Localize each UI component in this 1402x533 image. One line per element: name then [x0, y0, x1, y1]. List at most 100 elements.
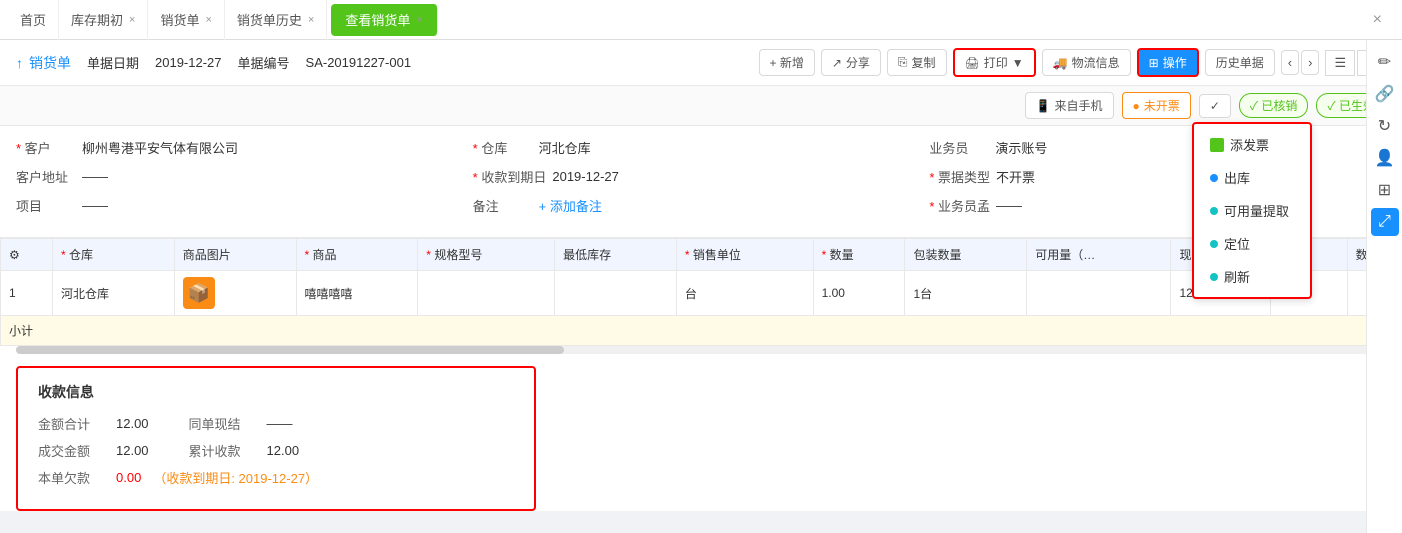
payment-row-1: 金额合计 12.00 同单现结 —— [38, 414, 514, 433]
main-content: ↑ 销货单 单据日期 2019-12-27 单据编号 SA-20191227-0… [0, 40, 1402, 511]
sidebar-refresh-icon[interactable]: ↻ [1371, 112, 1399, 140]
same-order-value: —— [267, 416, 293, 431]
payment-row-2: 成交金额 12.00 累计收款 12.00 [38, 441, 514, 460]
grid-icon: ⊞ [1149, 56, 1159, 70]
truck-icon: 🚚 [1053, 56, 1068, 70]
effective-check-icon: ✓ [1327, 99, 1335, 113]
confirm-icon-btn[interactable]: ✓ [1199, 94, 1231, 118]
row-warehouse: 河北仓库 [53, 271, 175, 316]
staff-label: 业务员 [929, 138, 989, 157]
sub-action-bar: 📱 来自手机 ● 未开票 ✓ ✓ 已核销 ✓ 已生效 添发票 出库 [0, 86, 1402, 126]
customer-value: 柳州粤港平安气体有限公司 [82, 138, 238, 157]
refresh-item[interactable]: 刷新 [1194, 260, 1310, 293]
copy-icon: ⎘ [898, 55, 908, 70]
payment-title: 收款信息 [38, 382, 514, 402]
add-invoice-item[interactable]: 添发票 [1194, 128, 1310, 161]
check-icon: ✓ [1250, 99, 1258, 113]
sidebar-user-icon[interactable]: 👤 [1371, 144, 1399, 172]
operation-dropdown: 添发票 出库 可用量提取 定位 刷新 [1192, 122, 1312, 299]
outstanding-label: 本单欠款 [38, 468, 108, 487]
print-button[interactable]: 🖨 打印 ▼ [953, 48, 1036, 77]
row-index: 1 [1, 271, 53, 316]
print-dropdown-icon: ▼ [1012, 56, 1024, 70]
sidebar-expand-icon[interactable]: ⤢ [1371, 208, 1399, 236]
sidebar-link-icon[interactable]: 🔗 [1371, 80, 1399, 108]
history-button[interactable]: 历史单据 [1205, 49, 1275, 76]
project-field: 项目 —— [16, 196, 473, 215]
tab-close-inventory[interactable]: × [129, 14, 135, 26]
share-button[interactable]: ↗ 分享 [821, 49, 881, 76]
logistics-button[interactable]: 🚚 物流信息 [1042, 49, 1131, 76]
from-phone-button[interactable]: 📱 来自手机 [1025, 92, 1114, 119]
col-settings[interactable]: ⚙ [1, 239, 53, 271]
col-unit: 销售单位 [676, 239, 813, 271]
address-value: —— [82, 169, 108, 184]
transaction-value: 12.00 [116, 443, 149, 458]
operation-button[interactable]: ⊞ 操作 [1137, 48, 1199, 77]
tab-inventory-init[interactable]: 库存期初 × [59, 0, 148, 40]
due-date-value: 2019-12-27 [552, 169, 619, 184]
outbound-item[interactable]: 出库 [1194, 161, 1310, 194]
sales-field: 业务员孟 —— [929, 196, 1386, 215]
cumulative-item: 累计收款 12.00 [189, 441, 300, 460]
tab-close-history[interactable]: × [308, 14, 314, 26]
cumulative-value: 12.00 [267, 443, 300, 458]
tab-sales-history[interactable]: 销货单历史 × [225, 0, 327, 40]
tab-view-sales[interactable]: 查看销货单 × [331, 4, 437, 36]
customer-field: 客户 柳州粤港平安气体有限公司 [16, 138, 473, 157]
row-product: 嘻嘻嘻嘻 [296, 271, 418, 316]
add-note-button[interactable]: + 添加备注 [539, 196, 602, 215]
tab-home[interactable]: 首页 [8, 0, 59, 40]
confirmed-badge[interactable]: ✓ 已核销 [1239, 93, 1309, 118]
doc-type-icon: ↑ [16, 55, 23, 71]
note-field: 备注 + 添加备注 [473, 196, 930, 215]
col-warehouse: 仓库 [53, 239, 175, 271]
tab-close-view[interactable]: × [416, 14, 422, 26]
ticket-icon: ● [1133, 99, 1140, 113]
row-image: 📦 [174, 271, 296, 316]
prev-arrow[interactable]: ‹ [1281, 50, 1299, 75]
outstanding-value: 0.00 [116, 470, 141, 485]
row-available [1027, 271, 1171, 316]
customer-label: 客户 [16, 138, 76, 157]
date-label: 单据日期 [87, 53, 139, 72]
outstanding-item: 本单欠款 0.00 （收款到期日: 2019-12-27） [38, 468, 318, 487]
sidebar-edit-icon[interactable]: ✏ [1371, 48, 1399, 76]
new-button[interactable]: + 新增 [759, 49, 815, 76]
scrollbar-thumb[interactable] [16, 346, 564, 354]
number-value: SA-20191227-001 [306, 55, 412, 70]
sales-value: —— [996, 198, 1022, 213]
staff-value: 演示账号 [995, 138, 1047, 157]
row-pack-qty: 1台 [905, 271, 1027, 316]
next-arrow[interactable]: › [1301, 50, 1319, 75]
doc-header: ↑ 销货单 单据日期 2019-12-27 单据编号 SA-20191227-0… [0, 40, 1402, 86]
global-close-button[interactable]: × [1361, 11, 1394, 29]
row-quantity: 1.00 [813, 271, 905, 316]
not-opened-button[interactable]: ● 未开票 [1122, 92, 1191, 119]
doc-title: ↑ 销货单 [16, 53, 71, 73]
available-icon [1210, 207, 1218, 215]
available-qty-item[interactable]: 可用量提取 [1194, 194, 1310, 227]
row-min-stock [555, 271, 677, 316]
tab-sales-order[interactable]: 销货单 × [148, 0, 224, 40]
row-unit: 台 [676, 271, 813, 316]
tab-close-sales[interactable]: × [205, 14, 211, 26]
subtotal-label: 小计 [1, 316, 1402, 346]
right-sidebar: ✏ 🔗 ↻ 👤 ⊞ ⤢ [1366, 40, 1402, 533]
due-date-note: （收款到期日: 2019-12-27） [153, 468, 318, 487]
locate-icon [1210, 240, 1218, 248]
doc-meta: 单据日期 2019-12-27 单据编号 SA-20191227-001 [87, 53, 411, 72]
sidebar-table-icon[interactable]: ⊞ [1371, 176, 1399, 204]
locate-item[interactable]: 定位 [1194, 227, 1310, 260]
horizontal-scrollbar[interactable] [16, 346, 1386, 354]
transaction-item: 成交金额 12.00 [38, 441, 149, 460]
list-view-btn[interactable]: ☰ [1325, 50, 1355, 76]
doc-actions: + 新增 ↗ 分享 ⎘ 复制 🖨 打印 ▼ 🚚 物流信息 ⊞ 操作 [759, 48, 1387, 77]
print-icon: 🖨 [965, 56, 980, 70]
form-row-1: 客户 柳州粤港平安气体有限公司 仓库 河北仓库 业务员 演示账号 [16, 138, 1386, 157]
amount-label: 金额合计 [38, 414, 108, 433]
col-min-stock: 最低库存 [555, 239, 677, 271]
project-value: —— [82, 198, 108, 213]
address-field: 客户地址 —— [16, 167, 473, 186]
copy-button[interactable]: ⎘ 复制 [887, 49, 947, 76]
